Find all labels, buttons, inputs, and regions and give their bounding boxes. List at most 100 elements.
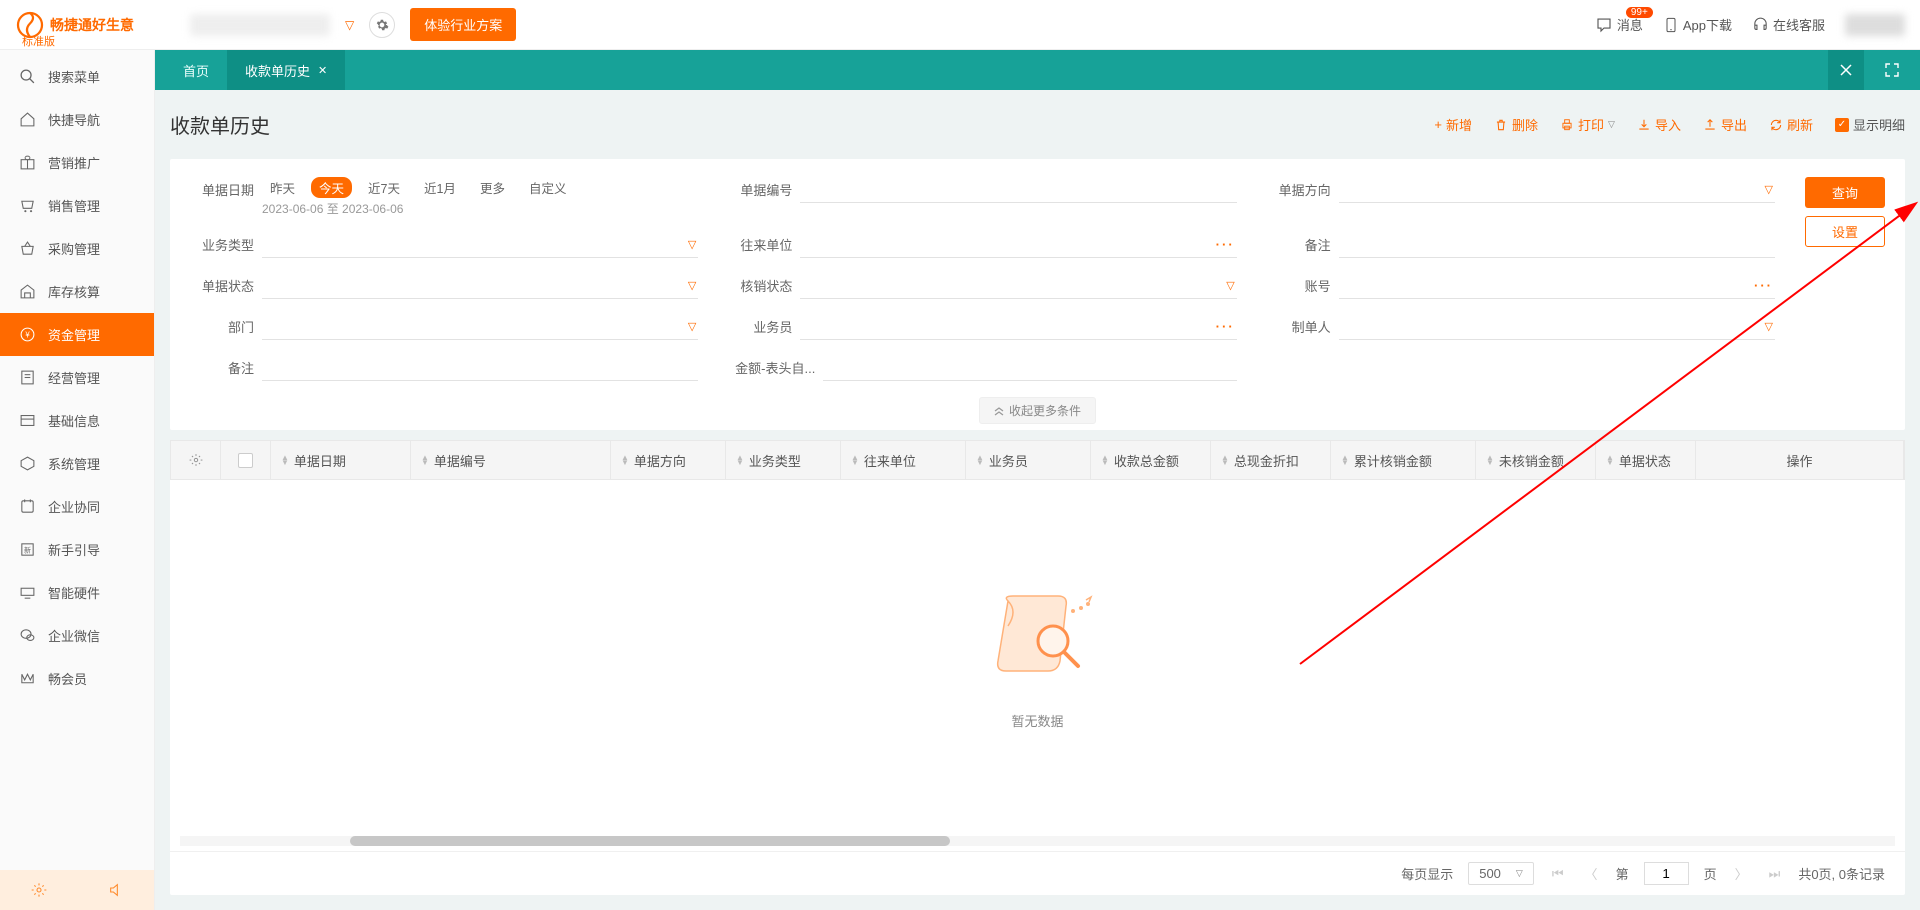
column-header-amount[interactable]: ▲▼收款总金额 xyxy=(1091,441,1211,479)
remark2-input[interactable] xyxy=(262,355,698,381)
first-page-button[interactable]: ⏮ xyxy=(1549,866,1567,882)
delete-button[interactable]: 删除 xyxy=(1494,115,1538,134)
date-preset-today[interactable]: 今天 xyxy=(311,177,352,198)
horizontal-scrollbar[interactable] xyxy=(180,836,1895,846)
add-button[interactable]: +新增 xyxy=(1434,115,1472,134)
date-preset-yesterday[interactable]: 昨天 xyxy=(262,177,303,198)
sidebar-item-wechat[interactable]: 企业微信 xyxy=(0,614,154,657)
print-button[interactable]: 打印▽ xyxy=(1560,115,1615,134)
search-button[interactable]: 查询 xyxy=(1805,177,1885,208)
tabs-close-button[interactable] xyxy=(1828,50,1864,90)
sidebar-item-collab[interactable]: 企业协同 xyxy=(0,485,154,528)
app-download-label: App下载 xyxy=(1683,15,1732,34)
close-icon[interactable]: ✕ xyxy=(318,64,327,77)
collapse-filters-button[interactable]: 收起更多条件 xyxy=(979,397,1096,424)
user-avatar-blurred[interactable] xyxy=(1845,14,1905,36)
date-preset-7d[interactable]: 近7天 xyxy=(360,177,408,198)
sidebar-item-member[interactable]: 畅会员 xyxy=(0,657,154,700)
chevron-down-icon[interactable]: ▽ xyxy=(345,18,354,32)
sidebar-item-marketing[interactable]: 营销推广 xyxy=(0,141,154,184)
sort-icon: ▲▼ xyxy=(1606,455,1614,465)
settings-button[interactable]: 设置 xyxy=(1805,216,1885,247)
filter-label-amount: 金额-表头自... xyxy=(728,355,823,377)
cart-icon xyxy=(18,197,36,215)
column-header-status[interactable]: ▲▼单据状态 xyxy=(1596,441,1696,479)
app-download-button[interactable]: App下载 xyxy=(1663,15,1732,34)
operator-lookup[interactable]: ··· xyxy=(800,314,1236,340)
sidebar-item-sales[interactable]: 销售管理 xyxy=(0,184,154,227)
amount-input[interactable] xyxy=(823,355,1236,381)
scrollbar-thumb[interactable] xyxy=(350,836,950,846)
sidebar-item-basic[interactable]: 基础信息 xyxy=(0,399,154,442)
table-settings-button[interactable] xyxy=(171,441,221,479)
settings-gear-button[interactable] xyxy=(369,12,395,38)
column-header-date[interactable]: ▲▼单据日期 xyxy=(271,441,411,479)
sort-icon: ▲▼ xyxy=(1101,455,1109,465)
column-header-partner[interactable]: ▲▼往来单位 xyxy=(841,441,966,479)
tab-home[interactable]: 首页 xyxy=(165,50,227,90)
show-detail-toggle[interactable]: 显示明细 xyxy=(1835,115,1905,134)
next-page-button[interactable]: 〉 xyxy=(1732,864,1751,883)
direction-select[interactable]: ▽ xyxy=(1339,177,1775,203)
prev-page-button[interactable]: 〈 xyxy=(1582,864,1601,883)
column-label: 业务员 xyxy=(989,451,1028,470)
system-icon xyxy=(18,455,36,473)
column-header-direction[interactable]: ▲▼单据方向 xyxy=(611,441,726,479)
tab-label: 首页 xyxy=(183,61,209,80)
trial-industry-button[interactable]: 体验行业方案 xyxy=(410,8,516,41)
export-button[interactable]: 导出 xyxy=(1703,115,1747,134)
tabs-expand-button[interactable] xyxy=(1874,50,1910,90)
messages-button[interactable]: 消息 99+ xyxy=(1595,15,1643,34)
sidebar-item-label: 资金管理 xyxy=(48,325,100,344)
sidebar-item-system[interactable]: 系统管理 xyxy=(0,442,154,485)
creator-select[interactable]: ▽ xyxy=(1339,314,1775,340)
dept-select[interactable]: ▽ xyxy=(262,314,698,340)
sidebar-item-quicknav[interactable]: 快捷导航 xyxy=(0,98,154,141)
sidebar-item-label: 系统管理 xyxy=(48,454,100,473)
sidebar-item-hardware[interactable]: 智能硬件 xyxy=(0,571,154,614)
column-header-unverified[interactable]: ▲▼未核销金额 xyxy=(1476,441,1596,479)
biztype-select[interactable]: ▽ xyxy=(262,232,698,258)
account-lookup[interactable]: ··· xyxy=(1339,273,1775,299)
column-header-docno[interactable]: ▲▼单据编号 xyxy=(411,441,611,479)
footer-settings-icon[interactable] xyxy=(31,882,47,898)
org-name-blurred[interactable] xyxy=(190,14,330,36)
per-page-select[interactable]: 500▽ xyxy=(1468,862,1534,885)
partner-lookup[interactable]: ··· xyxy=(800,232,1236,258)
date-preset-custom[interactable]: 自定义 xyxy=(521,177,575,198)
sidebar-item-operation[interactable]: 经营管理 xyxy=(0,356,154,399)
column-label: 未核销金额 xyxy=(1499,451,1564,470)
import-button[interactable]: 导入 xyxy=(1637,115,1681,134)
date-preset-more[interactable]: 更多 xyxy=(472,177,513,198)
pagination: 每页显示 500▽ ⏮ 〈 第 页 〉 ⏭ 共0页, 0条记录 xyxy=(170,851,1905,895)
sidebar-item-funds[interactable]: ¥ 资金管理 xyxy=(0,313,154,356)
sidebar-item-label: 企业微信 xyxy=(48,626,100,645)
footer-sound-icon[interactable] xyxy=(108,882,124,898)
page-number-input[interactable] xyxy=(1644,862,1689,885)
svg-text:¥: ¥ xyxy=(25,330,30,339)
last-page-button[interactable]: ⏭ xyxy=(1766,866,1784,882)
select-all-checkbox[interactable] xyxy=(221,441,271,479)
sort-icon: ▲▼ xyxy=(1221,455,1229,465)
remark-input[interactable] xyxy=(1339,232,1775,258)
column-header-discount[interactable]: ▲▼总现金折扣 xyxy=(1211,441,1331,479)
docstatus-select[interactable]: ▽ xyxy=(262,273,698,299)
sidebar-item-guide[interactable]: 新新手引导 xyxy=(0,528,154,571)
online-service-button[interactable]: 在线客服 xyxy=(1752,15,1825,34)
column-label: 往来单位 xyxy=(864,451,916,470)
trash-icon xyxy=(1494,118,1508,132)
refresh-button[interactable]: 刷新 xyxy=(1769,115,1813,134)
date-preset-1m[interactable]: 近1月 xyxy=(416,177,464,198)
page-prefix: 第 xyxy=(1616,864,1629,883)
sidebar-item-search[interactable]: 搜索菜单 xyxy=(0,55,154,98)
verify-select[interactable]: ▽ xyxy=(800,273,1236,299)
column-header-biztype[interactable]: ▲▼业务类型 xyxy=(726,441,841,479)
sidebar-item-inventory[interactable]: 库存核算 xyxy=(0,270,154,313)
column-header-operator[interactable]: ▲▼业务员 xyxy=(966,441,1091,479)
column-header-verified[interactable]: ▲▼累计核销金额 xyxy=(1331,441,1476,479)
doc-no-input[interactable] xyxy=(800,177,1236,203)
online-service-label: 在线客服 xyxy=(1773,15,1825,34)
sidebar-item-purchase[interactable]: 采购管理 xyxy=(0,227,154,270)
column-label: 单据编号 xyxy=(434,451,486,470)
tab-receipt-history[interactable]: 收款单历史✕ xyxy=(227,50,345,90)
